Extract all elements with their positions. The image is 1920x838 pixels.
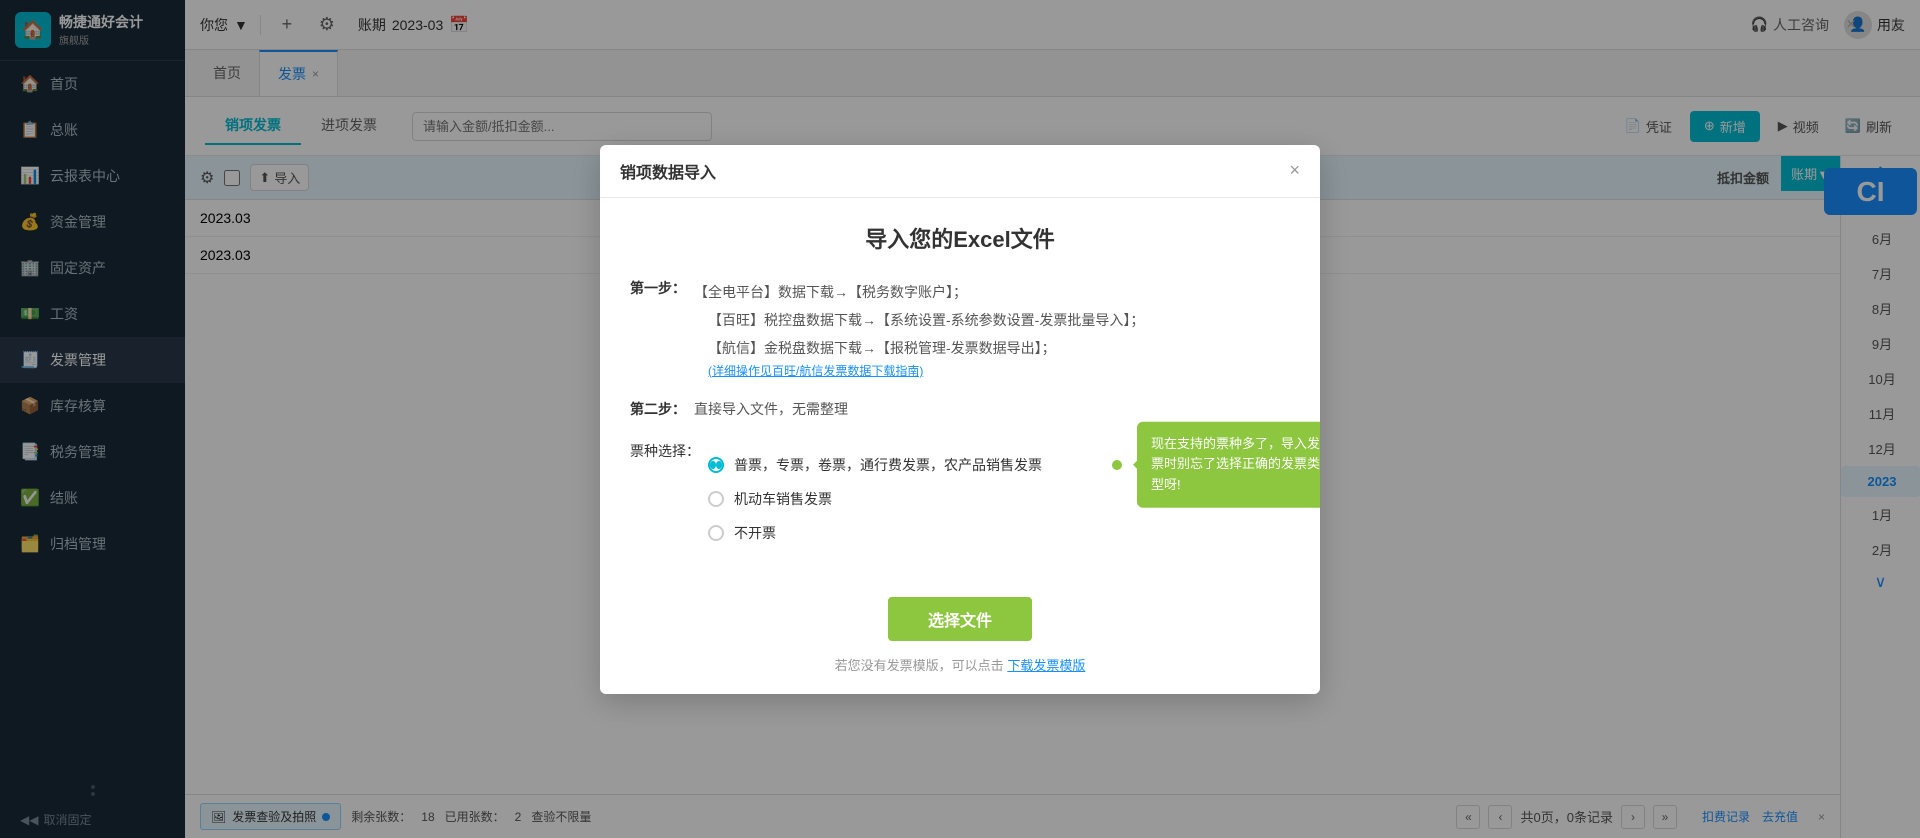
modal-header: 销项数据导入 × [600, 145, 1320, 198]
ticket-select-row: 票种选择： 普票，专票，卷票，通行费发票，农产品销售发票 × 现在支持的票种多了… [630, 439, 1290, 557]
step2-label: 第二步： [630, 399, 686, 419]
radio-circle-2 [708, 491, 724, 507]
import-modal: 销项数据导入 × 导入您的Excel文件 第一步： 【全电平台】数据下载→【税务… [600, 145, 1320, 694]
modal-close-btn[interactable]: × [1289, 160, 1300, 181]
ticket-label: 票种选择： [630, 439, 700, 461]
step1-link-row: (详细操作见百旺/航信发票数据下载指南) [694, 362, 1144, 379]
step1-label: 第一步： [630, 278, 686, 379]
step1-row: 第一步： 【全电平台】数据下载→【税务数字账户】； 【百旺】税控盘数据下载→【系… [630, 278, 1290, 379]
radio-option-1[interactable]: 普票，专票，卷票，通行费发票，农产品销售发票 × 现在支持的票种多了，导入发票时… [708, 455, 1122, 475]
radio-group: 普票，专票，卷票，通行费发票，农产品销售发票 × 现在支持的票种多了，导入发票时… [708, 455, 1122, 557]
radio-label-3: 不开票 [734, 523, 776, 543]
radio-option-3[interactable]: 不开票 [708, 523, 1122, 543]
download-hint-row: 若您没有发票模版，可以点击 下载发票模版 [835, 655, 1086, 674]
modal-body: 导入您的Excel文件 第一步： 【全电平台】数据下载→【税务数字账户】； 【百… [600, 198, 1320, 581]
radio-label-1: 普票，专票，卷票，通行费发票，农产品销售发票 [734, 455, 1042, 475]
step2-block: 第二步： 直接导入文件，无需整理 [630, 399, 1290, 419]
step1-line2: 【百旺】税控盘数据下载→【系统设置-系统参数设置-发票批量导入】； [694, 306, 1144, 334]
tooltip-content: 现在支持的票种多了，导入发票时别忘了选择正确的发票类型呀! [1151, 435, 1320, 492]
step1-block: 第一步： 【全电平台】数据下载→【税务数字账户】； 【百旺】税控盘数据下载→【系… [630, 278, 1290, 379]
radio-label-2: 机动车销售发票 [734, 489, 832, 509]
tooltip-box: × 现在支持的票种多了，导入发票时别忘了选择正确的发票类型呀! [1137, 421, 1320, 507]
radio-circle-1 [708, 457, 724, 473]
modal-title: 销项数据导入 [620, 159, 716, 183]
step1-line1: 【全电平台】数据下载→【税务数字账户】； [694, 278, 1144, 306]
tooltip-anchor: × 现在支持的票种多了，导入发票时别忘了选择正确的发票类型呀! [1052, 460, 1122, 470]
modal-overlay[interactable]: 销项数据导入 × 导入您的Excel文件 第一步： 【全电平台】数据下载→【税务… [0, 0, 1920, 838]
window-maximize-btn[interactable]: □ [1874, 0, 1920, 50]
step1-content: 【全电平台】数据下载→【税务数字账户】； 【百旺】税控盘数据下载→【系统设置-系… [694, 278, 1144, 379]
step2-content: 直接导入文件，无需整理 [694, 399, 848, 419]
tooltip-arrow [1127, 458, 1139, 470]
radio-circle-3 [708, 525, 724, 541]
step1-detail-link[interactable]: (详细操作见百旺/航信发票数据下载指南) [708, 364, 923, 378]
select-file-btn[interactable]: 选择文件 [888, 597, 1032, 641]
radio-option-2[interactable]: 机动车销售发票 [708, 489, 1122, 509]
tooltip-dot [1112, 460, 1122, 470]
step1-line3: 【航信】金税盘数据下载→【报税管理-发票数据导出】； [694, 334, 1144, 362]
modal-footer: 选择文件 若您没有发票模版，可以点击 下载发票模版 [600, 581, 1320, 694]
window-close-btn[interactable]: × [1828, 0, 1874, 50]
modal-heading: 导入您的Excel文件 [630, 222, 1290, 254]
download-hint-text: 若您没有发票模版，可以点击 [835, 658, 1004, 673]
window-controls: × □ [1828, 0, 1920, 50]
step2-row: 第二步： 直接导入文件，无需整理 [630, 399, 1290, 419]
download-template-link[interactable]: 下载发票模版 [1007, 658, 1085, 673]
